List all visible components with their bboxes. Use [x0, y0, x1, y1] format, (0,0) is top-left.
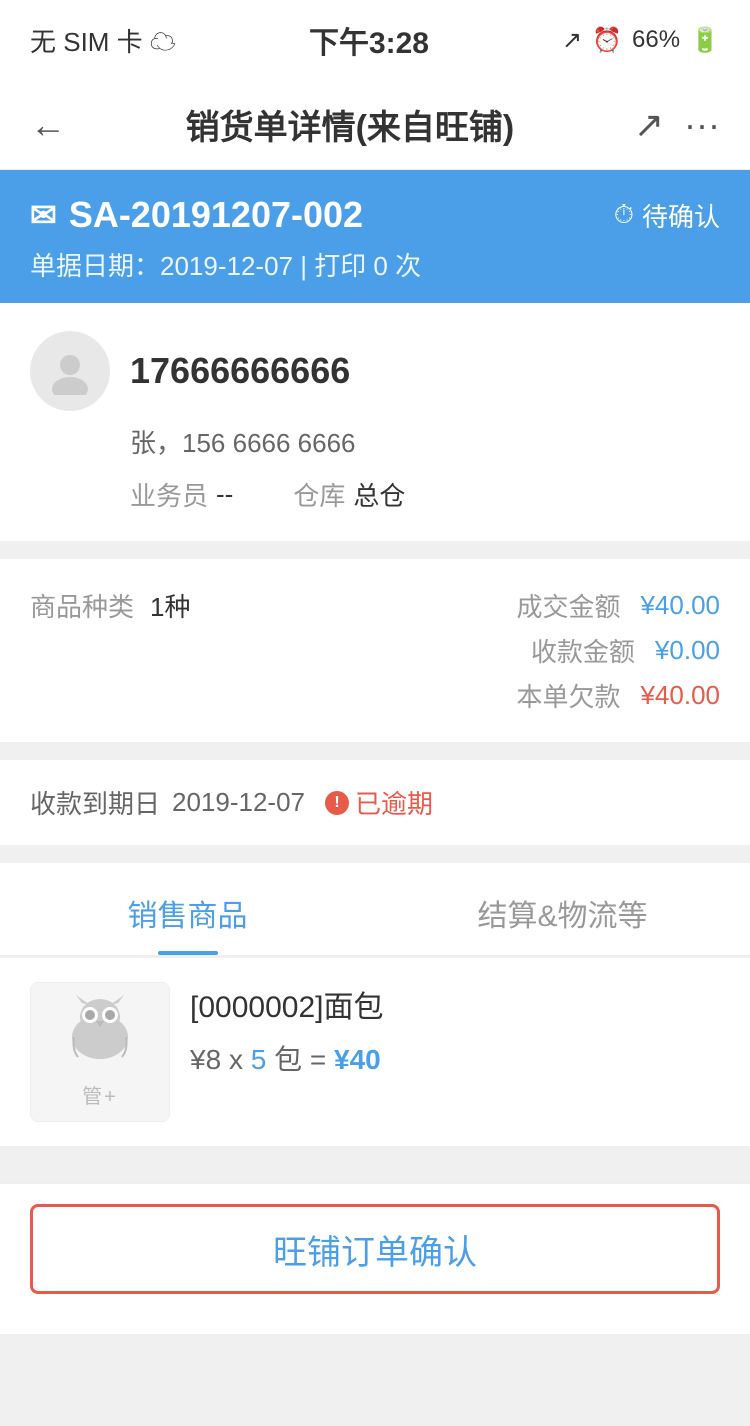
- customer-section: 17666666666 张，156 6666 6666 业务员 -- 仓库 总仓: [0, 303, 750, 541]
- tab-settlement-label: 结算&物流等: [477, 900, 647, 933]
- product-multiply: x: [229, 1044, 251, 1075]
- goods-type-label: 商品种类: [30, 587, 134, 624]
- status-right: ↗ ⏰ 66% 🔋: [562, 26, 720, 55]
- due-section: 收款到期日 2019-12-07 ! 已逾期: [0, 760, 750, 845]
- product-name: [0000002]面包: [190, 982, 720, 1026]
- owed-label: 本单欠款: [516, 677, 620, 714]
- order-icon: ✉: [30, 196, 57, 234]
- warehouse-item: 仓库 总仓: [293, 476, 405, 513]
- order-id-row: ✉ SA-20191207-002 ⏱ 待确认: [30, 194, 720, 236]
- customer-phone: 17666666666: [130, 350, 350, 392]
- order-header: ✉ SA-20191207-002 ⏱ 待确认 单据日期：2019-12-07 …: [0, 170, 750, 303]
- bottom-button-area: 旺铺订单确认: [0, 1183, 750, 1334]
- overdue-badge: ! 已逾期: [325, 784, 433, 821]
- goods-type-value: 1种: [150, 587, 190, 624]
- separator-3: [0, 847, 750, 863]
- avatar: [30, 331, 110, 411]
- back-button[interactable]: ←: [30, 104, 66, 146]
- status-left: 无 SIM 卡 ☁: [30, 22, 176, 59]
- summary-row: 商品种类 1种 成交金额 ¥40.00 收款金额 ¥0.00 本单欠款 ¥40.…: [30, 587, 720, 714]
- more-button[interactable]: ···: [684, 104, 720, 146]
- nav-actions: ↗ ···: [634, 104, 720, 146]
- product-thumb-plus-text: 管+: [82, 1080, 118, 1109]
- due-date: 2019-12-07: [172, 787, 305, 818]
- received-row: 收款金额 ¥0.00: [531, 632, 720, 669]
- battery-icon: 🔋: [690, 26, 720, 55]
- customer-contact: 张，156 6666 6666: [30, 423, 720, 460]
- status-text: 待确认: [642, 197, 720, 234]
- warehouse-value: 总仓: [353, 476, 405, 513]
- confirm-button[interactable]: 旺铺订单确认: [30, 1204, 720, 1294]
- product-price: ¥8 x 5 包 = ¥40: [190, 1038, 720, 1078]
- tab-products[interactable]: 销售商品: [0, 863, 375, 955]
- nav-bar: ← 销货单详情(来自旺铺) ↗ ···: [0, 80, 750, 170]
- salesperson-label: 业务员: [130, 476, 208, 513]
- salesperson-value: --: [216, 479, 233, 510]
- share-button[interactable]: ↗: [634, 104, 664, 146]
- deal-amount-value: ¥40.00: [640, 590, 720, 621]
- product-thumb-owl-icon: [60, 995, 140, 1076]
- page-title: 销货单详情(来自旺铺): [186, 100, 515, 149]
- tabs-nav: 销售商品 结算&物流等: [0, 863, 750, 956]
- order-status: ⏱ 待确认: [614, 197, 720, 234]
- salesperson-item: 业务员 --: [130, 476, 233, 513]
- goods-type: 商品种类 1种: [30, 587, 190, 624]
- product-section: 管+ [0000002]面包 ¥8 x 5 包 = ¥40: [0, 958, 750, 1146]
- product-equals: =: [310, 1044, 334, 1075]
- status-time: 下午3:28: [309, 18, 429, 62]
- product-thumbnail: 管+: [30, 982, 170, 1122]
- tab-products-label: 销售商品: [128, 900, 248, 933]
- product-quantity: 5: [251, 1044, 267, 1075]
- deal-amount-label: 成交金额: [516, 587, 620, 624]
- summary-section: 商品种类 1种 成交金额 ¥40.00 收款金额 ¥0.00 本单欠款 ¥40.…: [0, 559, 750, 742]
- separator-2: [0, 744, 750, 760]
- product-unit: 包: [274, 1044, 302, 1075]
- overdue-text: 已逾期: [355, 784, 433, 821]
- customer-meta: 业务员 -- 仓库 总仓: [30, 476, 720, 513]
- owed-row: 本单欠款 ¥40.00: [516, 677, 720, 714]
- due-label: 收款到期日: [30, 784, 160, 821]
- alarm-icon: ⏰: [592, 26, 622, 55]
- product-info: [0000002]面包 ¥8 x 5 包 = ¥40: [190, 982, 720, 1078]
- warehouse-label: 仓库: [293, 476, 345, 513]
- battery-level: 66%: [632, 26, 680, 54]
- product-total: ¥40: [334, 1044, 381, 1075]
- order-date: 单据日期：2019-12-07 | 打印 0 次: [30, 246, 720, 283]
- status-clock-icon: ⏱: [614, 199, 634, 231]
- location-icon: ↗: [562, 26, 582, 55]
- tabs-section: 销售商品 结算&物流等: [0, 863, 750, 956]
- order-id: ✉ SA-20191207-002: [30, 194, 363, 236]
- owed-value: ¥40.00: [640, 680, 720, 711]
- product-unit-price: ¥8: [190, 1044, 221, 1075]
- order-id-text: SA-20191207-002: [69, 194, 363, 236]
- product-thumb-inner: 管+: [60, 995, 140, 1109]
- amounts: 成交金额 ¥40.00 收款金额 ¥0.00 本单欠款 ¥40.00: [516, 587, 720, 714]
- tab-settlement[interactable]: 结算&物流等: [375, 863, 750, 955]
- overdue-icon: !: [325, 791, 349, 815]
- received-value: ¥0.00: [655, 635, 720, 666]
- customer-row: 17666666666: [30, 331, 720, 411]
- received-label: 收款金额: [531, 632, 635, 669]
- separator-1: [0, 543, 750, 559]
- deal-amount-row: 成交金额 ¥40.00: [516, 587, 720, 624]
- sim-status: 无 SIM 卡 ☁: [30, 22, 176, 59]
- status-bar: 无 SIM 卡 ☁ 下午3:28 ↗ ⏰ 66% 🔋: [0, 0, 750, 80]
